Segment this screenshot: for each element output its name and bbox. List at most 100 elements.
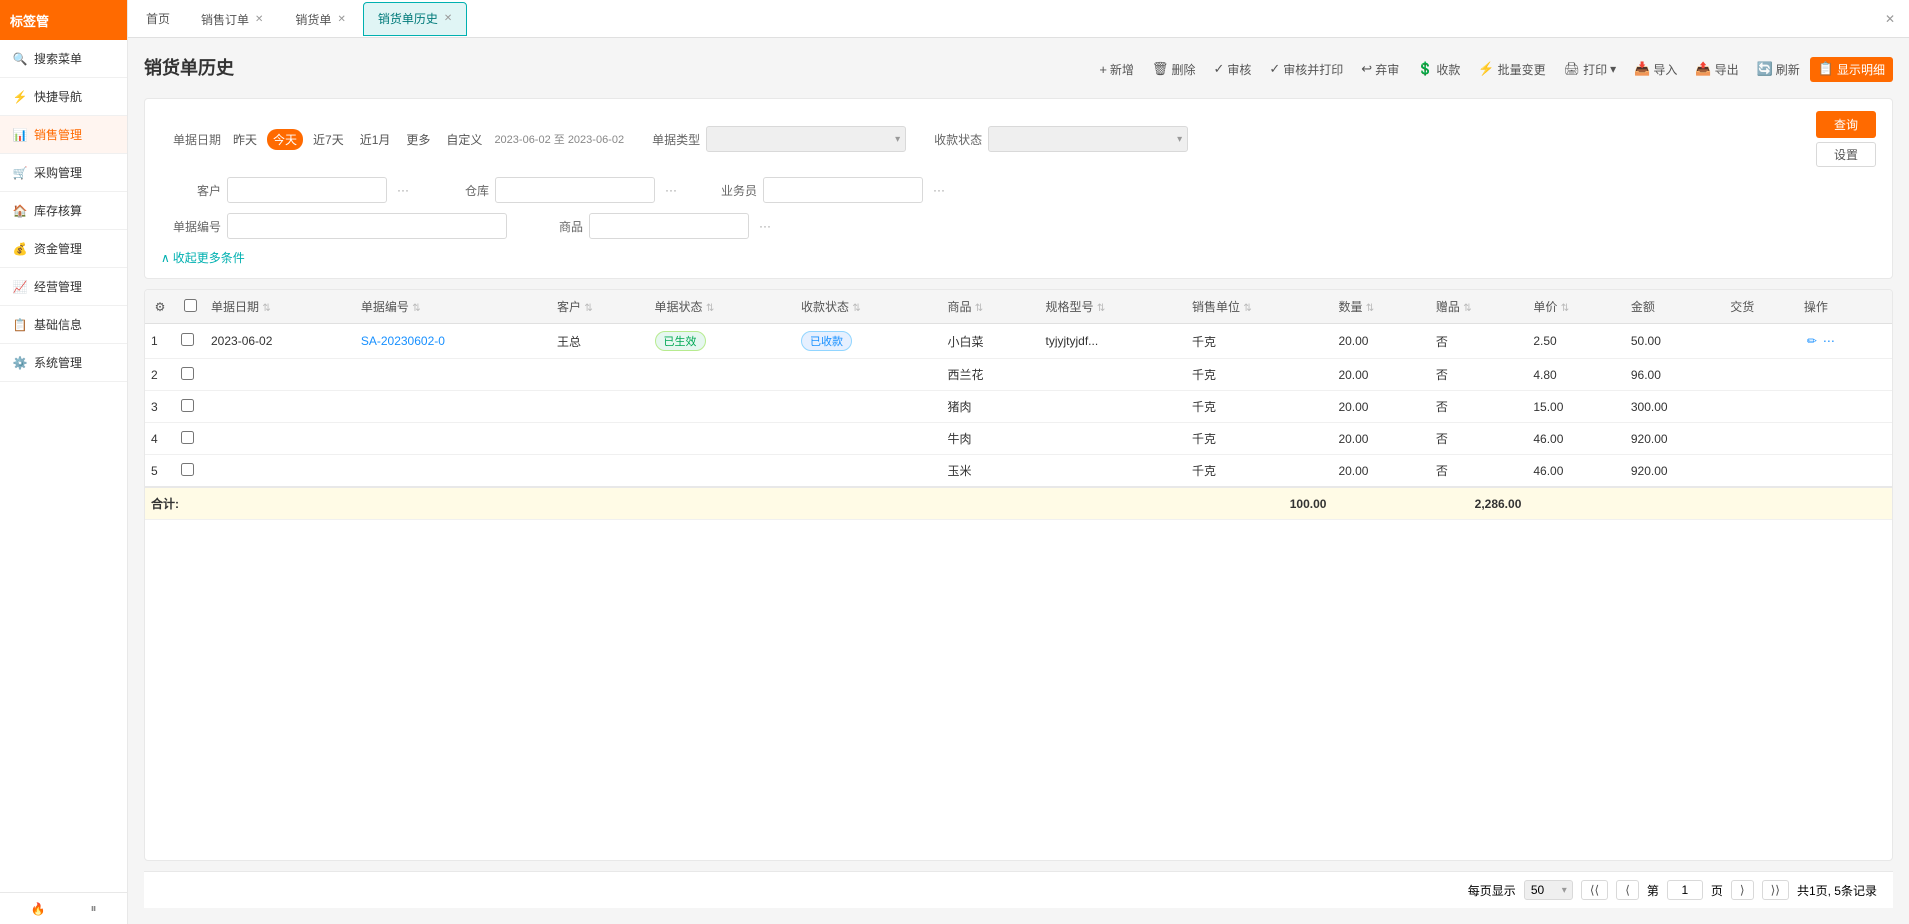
- tab-sales-delivery[interactable]: 销货单 ✕: [280, 2, 360, 36]
- abandon-label: 弃审: [1375, 61, 1399, 78]
- cell-qty: 20.00: [1332, 423, 1429, 455]
- col-doc-no[interactable]: 单据编号 ⇅: [355, 290, 551, 324]
- sidebar-item-operations[interactable]: 📈 经营管理: [0, 268, 127, 306]
- sidebar-item-purchase[interactable]: 🛒 采购管理: [0, 154, 127, 192]
- select-all-checkbox[interactable]: [184, 299, 197, 312]
- next-page-btn[interactable]: ⟩: [1731, 880, 1754, 900]
- sidebar-item-system[interactable]: ⚙️ 系统管理: [0, 344, 127, 382]
- row-checkbox-4[interactable]: [181, 463, 194, 476]
- print-button[interactable]: 🖨 打印 ▾: [1556, 57, 1625, 82]
- new-button[interactable]: + 新增: [1091, 57, 1142, 82]
- col-checkbox[interactable]: [175, 290, 205, 324]
- sidebar-item-quick-nav[interactable]: ⚡ 快捷导航: [0, 78, 127, 116]
- col-collect-status[interactable]: 收款状态 ⇅: [795, 290, 941, 324]
- cell-checkbox[interactable]: [175, 455, 205, 488]
- tab-sales-history[interactable]: 销货单历史 ✕: [363, 2, 467, 36]
- collect-status-badge: 已收款: [801, 331, 852, 351]
- sidebar-item-base-info[interactable]: 📋 基础信息: [0, 306, 127, 344]
- tab-sales-history-close[interactable]: ✕: [444, 13, 452, 24]
- settings-button[interactable]: 设置: [1816, 142, 1876, 167]
- col-spec[interactable]: 规格型号 ⇅: [1040, 290, 1186, 324]
- row-checkbox-3[interactable]: [181, 431, 194, 444]
- first-page-btn[interactable]: ⟨⟨: [1581, 880, 1608, 900]
- audit-icon: ✓: [1213, 61, 1224, 77]
- tab-sales-delivery-close[interactable]: ✕: [337, 14, 345, 25]
- doc-type-select[interactable]: [706, 126, 906, 152]
- delete-button[interactable]: 🗑 删除: [1144, 57, 1204, 82]
- cell-doc-no: SA-20230602-0: [355, 324, 551, 359]
- export-button[interactable]: 📤 导出: [1687, 57, 1746, 82]
- query-button[interactable]: 查询: [1816, 111, 1876, 138]
- show-detail-button[interactable]: 📋 显示明细: [1810, 57, 1893, 82]
- doc-no-input[interactable]: [227, 213, 507, 239]
- col-unit[interactable]: 销售单位 ⇅: [1186, 290, 1332, 324]
- cell-seq: 3: [145, 391, 175, 423]
- row-checkbox-0[interactable]: [181, 333, 194, 346]
- sidebar-footer-icon2[interactable]: ⏸: [90, 901, 96, 916]
- sidebar-footer-icon1[interactable]: 🔥: [31, 902, 46, 916]
- sidebar-item-finance[interactable]: 💰 资金管理: [0, 230, 127, 268]
- date-pill-7days[interactable]: 近7天: [307, 129, 350, 150]
- date-pill-custom[interactable]: 自定义: [440, 129, 488, 150]
- goods-input[interactable]: [589, 213, 749, 239]
- tab-window-close[interactable]: ✕: [1885, 12, 1905, 26]
- date-pill-more[interactable]: 更多: [400, 129, 436, 150]
- collapse-button[interactable]: ∧ 收起更多条件: [161, 249, 1876, 266]
- col-goods[interactable]: 商品 ⇅: [941, 290, 1039, 324]
- date-pill-today[interactable]: 今天: [267, 129, 303, 150]
- refresh-button[interactable]: 🔄 刷新: [1749, 57, 1808, 82]
- audit-print-button[interactable]: ✓ 审核并打印: [1261, 57, 1351, 82]
- table-row: 5 玉米 千克 20.00 否 46.00 920.00: [145, 455, 1892, 488]
- tab-home[interactable]: 首页: [132, 2, 184, 36]
- goods-ellipsis[interactable]: ···: [755, 219, 775, 233]
- main-area: 首页 销售订单 ✕ 销货单 ✕ 销货单历史 ✕ ✕ 销货单历史 + 新增: [128, 0, 1909, 924]
- col-doc-date[interactable]: 单据日期 ⇅: [205, 290, 355, 324]
- batch-change-button[interactable]: ⚡ 批量变更: [1470, 57, 1553, 82]
- cell-checkbox[interactable]: [175, 391, 205, 423]
- page-input[interactable]: [1667, 880, 1703, 900]
- audit-button[interactable]: ✓ 审核: [1205, 57, 1259, 82]
- cell-checkbox[interactable]: [175, 423, 205, 455]
- sort-goods: ⇅: [975, 303, 983, 314]
- cell-delivery: [1724, 455, 1798, 488]
- cell-checkbox[interactable]: [175, 324, 205, 359]
- col-qty[interactable]: 数量 ⇅: [1332, 290, 1429, 324]
- cell-gift: 否: [1430, 391, 1527, 423]
- doc-no-link[interactable]: SA-20230602-0: [361, 334, 445, 348]
- edit-action[interactable]: ✏: [1804, 334, 1820, 348]
- cell-delivery: [1724, 359, 1798, 391]
- sidebar-item-search[interactable]: 🔍 搜索菜单: [0, 40, 127, 78]
- cell-amount: 96.00: [1625, 359, 1724, 391]
- tab-sales-order-close[interactable]: ✕: [255, 14, 263, 25]
- warehouse-input[interactable]: [495, 177, 655, 203]
- salesperson-input[interactable]: [763, 177, 923, 203]
- more-action[interactable]: ⋯: [1820, 334, 1838, 348]
- row-checkbox-2[interactable]: [181, 399, 194, 412]
- col-gift[interactable]: 赠品 ⇅: [1430, 290, 1527, 324]
- per-page-select[interactable]: 50 100: [1524, 880, 1573, 900]
- collect-status-select[interactable]: [988, 126, 1188, 152]
- salesperson-ellipsis[interactable]: ···: [929, 183, 949, 197]
- sidebar-item-inventory[interactable]: 🏠 库存核算: [0, 192, 127, 230]
- col-customer[interactable]: 客户 ⇅: [551, 290, 648, 324]
- col-settings[interactable]: ⚙: [145, 290, 175, 324]
- customer-ellipsis[interactable]: ···: [393, 183, 413, 197]
- col-doc-status[interactable]: 单据状态 ⇅: [649, 290, 795, 324]
- collect-button[interactable]: 💲 收款: [1409, 57, 1468, 82]
- sales-icon: 📊: [12, 127, 28, 143]
- abandon-button[interactable]: ↩ 弃审: [1353, 57, 1407, 82]
- date-pill-yesterday[interactable]: 昨天: [227, 129, 263, 150]
- col-unit-price[interactable]: 单价 ⇅: [1527, 290, 1624, 324]
- warehouse-ellipsis[interactable]: ···: [661, 183, 681, 197]
- cell-spec: [1040, 455, 1186, 488]
- sidebar-item-sales[interactable]: 📊 销售管理: [0, 116, 127, 154]
- import-icon: 📥: [1634, 61, 1650, 77]
- customer-input[interactable]: [227, 177, 387, 203]
- row-checkbox-1[interactable]: [181, 367, 194, 380]
- import-button[interactable]: 📥 导入: [1626, 57, 1685, 82]
- cell-checkbox[interactable]: [175, 359, 205, 391]
- prev-page-btn[interactable]: ⟨: [1616, 880, 1639, 900]
- date-pill-1month[interactable]: 近1月: [354, 129, 397, 150]
- tab-sales-order[interactable]: 销售订单 ✕: [186, 2, 278, 36]
- last-page-btn[interactable]: ⟩⟩: [1762, 880, 1789, 900]
